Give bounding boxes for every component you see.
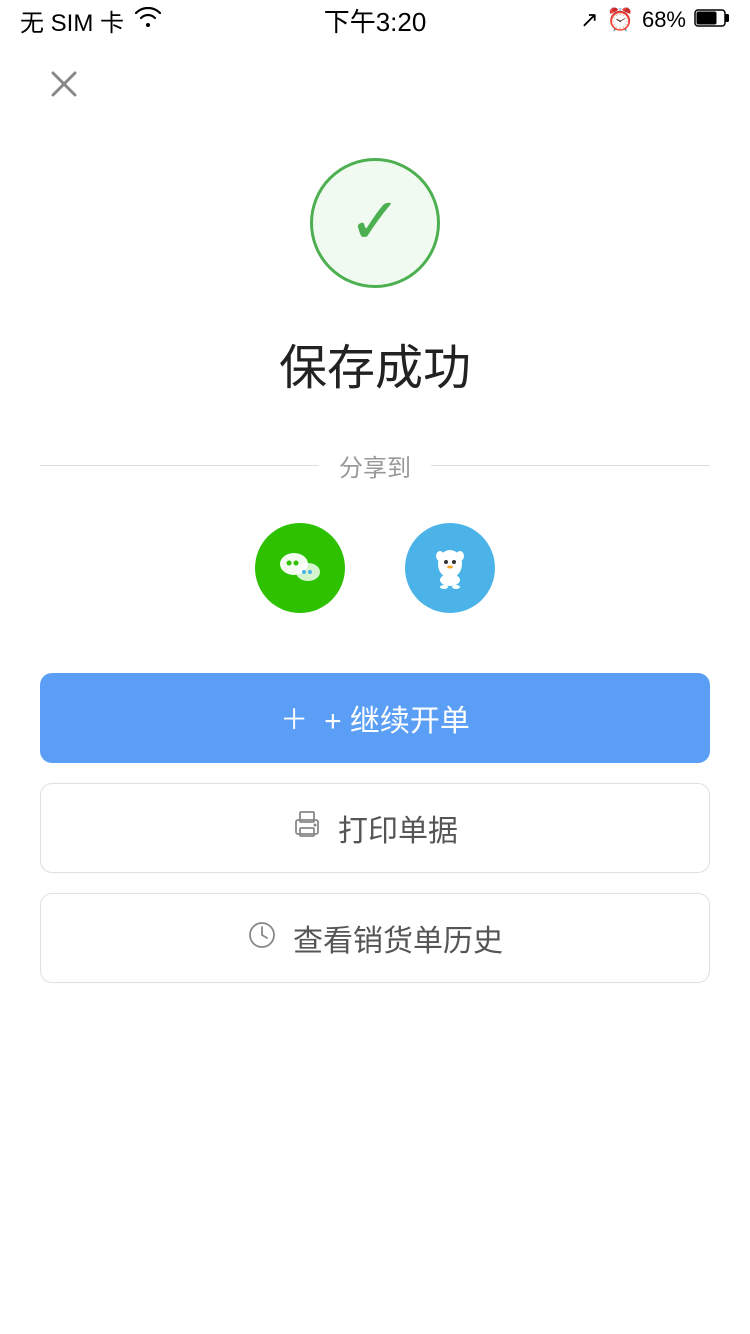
share-icons-row [40, 523, 710, 673]
history-label: 查看销货单历史 [293, 916, 503, 960]
printer-icon [292, 811, 322, 846]
location-icon: ↗ [580, 7, 598, 33]
plus-icon: ＋ [280, 698, 308, 738]
close-icon [48, 68, 80, 100]
status-time: 下午3:20 [324, 2, 427, 39]
history-icon [247, 920, 277, 957]
success-title: 保存成功 [0, 318, 750, 448]
close-btn-row [0, 40, 750, 118]
divider-left [40, 465, 319, 466]
action-buttons: ＋ + 继续开单 打印单据 查看销货单历史 [0, 673, 750, 983]
wifi-icon [134, 6, 162, 34]
battery-text: 68% [642, 7, 686, 33]
print-button[interactable]: 打印单据 [40, 783, 710, 873]
continue-button[interactable]: ＋ + 继续开单 [40, 673, 710, 763]
continue-label: + 继续开单 [324, 696, 470, 740]
success-icon-area: ✓ [0, 118, 750, 318]
share-divider-row: 分享到 [40, 448, 710, 483]
status-left: 无 SIM 卡 [20, 3, 162, 38]
close-button[interactable] [40, 60, 88, 108]
print-label: 打印单据 [338, 806, 458, 850]
battery-icon [694, 7, 730, 33]
qq-share-button[interactable] [405, 523, 495, 613]
history-button[interactable]: 查看销货单历史 [40, 893, 710, 983]
alarm-icon: ⏰ [607, 7, 634, 33]
success-circle: ✓ [310, 158, 440, 288]
share-label: 分享到 [339, 448, 411, 483]
status-right: ↗ ⏰ 68% [580, 7, 730, 33]
divider-right [431, 465, 710, 466]
wechat-icon [274, 546, 326, 590]
status-bar: 无 SIM 卡 下午3:20 ↗ ⏰ 68% [0, 0, 750, 40]
sim-status: 无 SIM 卡 [20, 3, 124, 38]
share-section: 分享到 [0, 448, 750, 673]
checkmark-icon: ✓ [348, 189, 402, 253]
qq-icon [424, 542, 476, 594]
wechat-share-button[interactable] [255, 523, 345, 613]
